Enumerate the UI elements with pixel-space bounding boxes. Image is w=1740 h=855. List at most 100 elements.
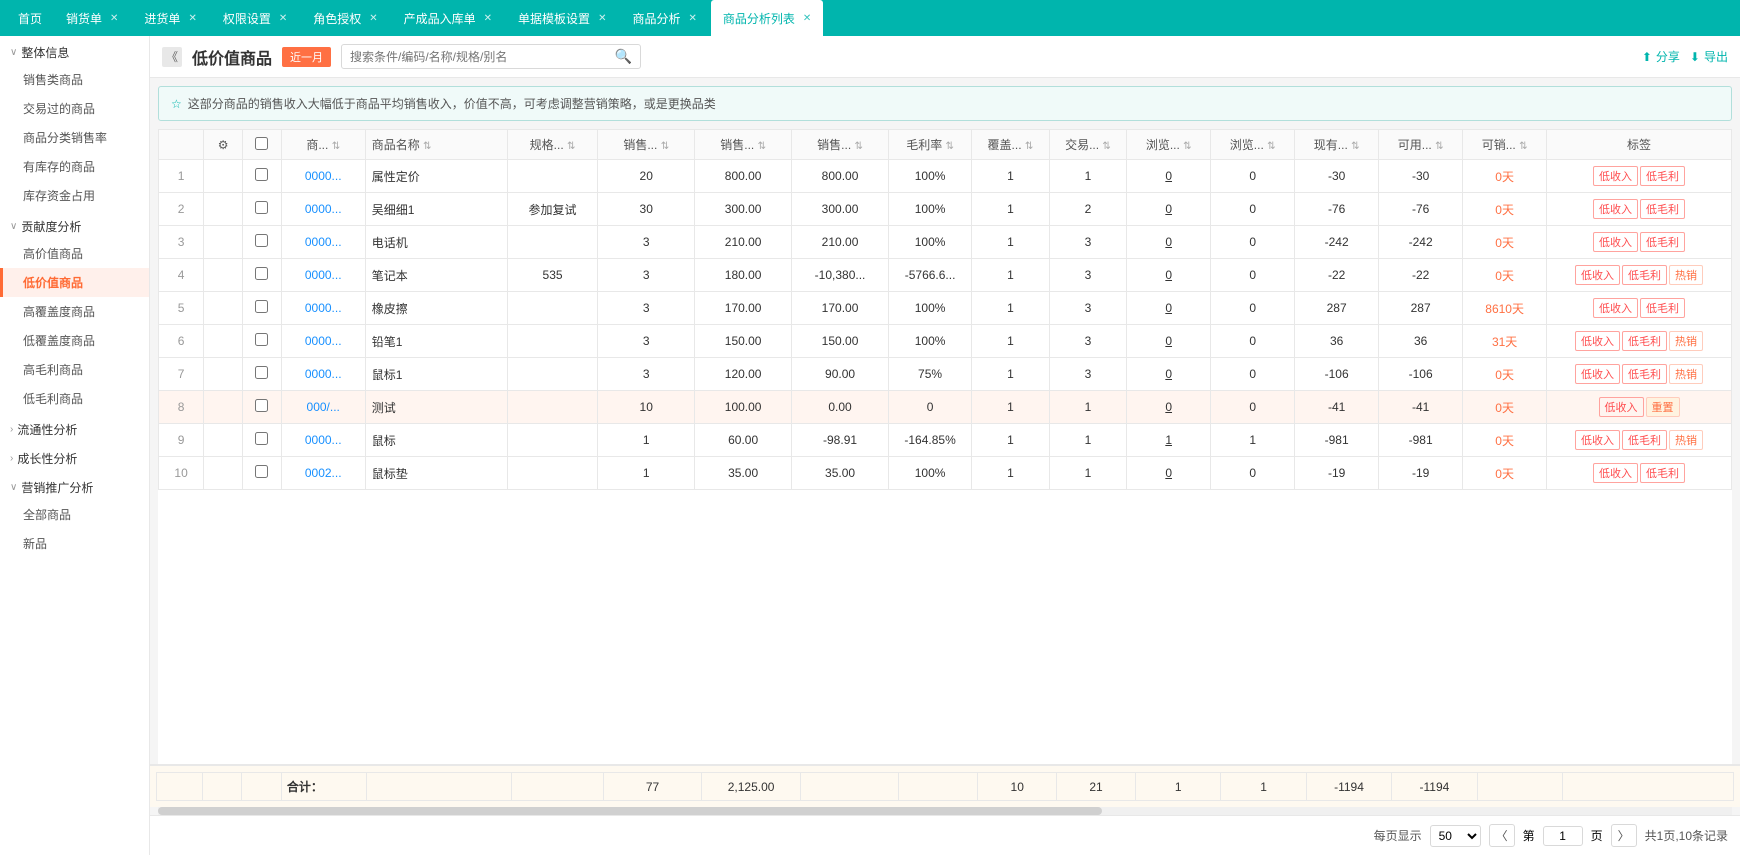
row-sale-days: 0天 — [1463, 457, 1547, 490]
nav-item-analysis[interactable]: 商品分析 ✕ — [620, 0, 708, 36]
row-code: 0000... — [281, 325, 365, 358]
sidebar-item-all-goods[interactable]: 全部商品 — [0, 500, 149, 529]
browse-link[interactable]: 0 — [1165, 235, 1172, 249]
horizontal-scrollbar[interactable] — [158, 807, 1732, 815]
sidebar-item-low-coverage[interactable]: 低覆盖度商品 — [0, 326, 149, 355]
close-icon[interactable]: ✕ — [803, 13, 811, 24]
row-select-checkbox[interactable] — [255, 267, 268, 280]
row-sales2: 210.00 — [695, 226, 792, 259]
row-select-checkbox[interactable] — [255, 432, 268, 445]
th-spec: 规格... ⇅ — [507, 130, 597, 160]
nav-item-sales[interactable]: 销货单 ✕ — [54, 0, 130, 36]
row-now: -22 — [1295, 259, 1379, 292]
row-sales3: 90.00 — [792, 358, 889, 391]
row-sales2: 180.00 — [695, 259, 792, 292]
close-icon[interactable]: ✕ — [484, 13, 492, 24]
content-header: 《 低价值商品 近一月 🔍 ⬆ 分享 ⬇ 导出 — [150, 36, 1740, 78]
sidebar-item-new-goods[interactable]: 新品 — [0, 529, 149, 558]
sidebar-item-sales-goods[interactable]: 销售类商品 — [0, 65, 149, 94]
th-trade: 交易... ⇅ — [1049, 130, 1127, 160]
close-icon[interactable]: ✕ — [369, 13, 377, 24]
row-sales1: 3 — [598, 325, 695, 358]
row-trade: 1 — [1049, 391, 1127, 424]
search-input[interactable] — [350, 50, 611, 64]
nav-item-product[interactable]: 产成品入库单 ✕ — [392, 0, 504, 36]
sidebar-section-overall[interactable]: ∨ 整体信息 — [0, 36, 149, 65]
row-trade: 1 — [1049, 424, 1127, 457]
page-number-input[interactable] — [1543, 826, 1583, 846]
recent-tag[interactable]: 近一月 — [282, 47, 331, 67]
row-select-checkbox[interactable] — [255, 399, 268, 412]
notice-bar: ☆ 这部分商品的销售收入大幅低于商品平均销售收入，价值不高，可考虑调整营销策略，… — [158, 86, 1732, 121]
row-num: 1 — [159, 160, 204, 193]
row-sales1: 3 — [598, 292, 695, 325]
row-trade: 1 — [1049, 160, 1127, 193]
row-sales3: 300.00 — [792, 193, 889, 226]
row-select-checkbox[interactable] — [255, 465, 268, 478]
close-icon[interactable]: ✕ — [110, 13, 118, 24]
close-icon[interactable]: ✕ — [188, 13, 196, 24]
sidebar: ∨ 整体信息 销售类商品 交易过的商品 商品分类销售率 有库存的商品 库存资金占… — [0, 36, 150, 855]
nav-item-analysis-list[interactable]: 商品分析列表 ✕ — [711, 0, 823, 36]
sidebar-section-contribution[interactable]: ∨ 贡献度分析 — [0, 210, 149, 239]
browse-link[interactable]: 0 — [1165, 400, 1172, 414]
search-box: 🔍 — [341, 44, 641, 69]
search-icon[interactable]: 🔍 — [615, 48, 632, 65]
sidebar-item-traded-goods[interactable]: 交易过的商品 — [0, 94, 149, 123]
th-settings[interactable]: ⚙ — [204, 130, 243, 160]
browse-link[interactable]: 0 — [1165, 268, 1172, 282]
th-browse1: 浏览... ⇅ — [1127, 130, 1211, 160]
sidebar-item-high-value[interactable]: 高价值商品 — [0, 239, 149, 268]
row-select-checkbox[interactable] — [255, 234, 268, 247]
row-sale-days: 0天 — [1463, 391, 1547, 424]
close-icon[interactable]: ✕ — [688, 13, 696, 24]
row-margin: 100% — [888, 325, 971, 358]
first-page-button[interactable]: 〈 — [1489, 824, 1515, 847]
next-page-button[interactable]: 〉 — [1611, 824, 1637, 847]
sidebar-section-marketing[interactable]: ∨ 营销推广分析 — [0, 471, 149, 500]
row-select-checkbox[interactable] — [255, 366, 268, 379]
browse-link[interactable]: 0 — [1165, 334, 1172, 348]
row-settings — [204, 193, 243, 226]
browse-link[interactable]: 0 — [1165, 301, 1172, 315]
share-button[interactable]: ⬆ 分享 — [1642, 48, 1680, 65]
row-select-checkbox[interactable] — [255, 300, 268, 313]
sidebar-section-circulation[interactable]: › 流通性分析 — [0, 413, 149, 442]
browse-link[interactable]: 1 — [1165, 433, 1172, 447]
collapse-sidebar-button[interactable]: 《 — [162, 47, 182, 67]
nav-item-perm[interactable]: 权限设置 ✕ — [211, 0, 299, 36]
close-icon[interactable]: ✕ — [279, 13, 287, 24]
row-select-checkbox[interactable] — [255, 201, 268, 214]
page-size-select[interactable]: 50 100 200 — [1430, 825, 1481, 847]
nav-home[interactable]: 首页 — [8, 0, 52, 36]
browse-link[interactable]: 0 — [1165, 202, 1172, 216]
row-tags: 低收入低毛利 — [1547, 292, 1732, 325]
sidebar-item-high-coverage[interactable]: 高覆盖度商品 — [0, 297, 149, 326]
nav-item-template[interactable]: 单据模板设置 ✕ — [506, 0, 618, 36]
browse-link[interactable]: 0 — [1165, 466, 1172, 480]
sidebar-item-category-sales[interactable]: 商品分类销售率 — [0, 123, 149, 152]
sidebar-item-low-value[interactable]: 低价值商品 — [0, 268, 149, 297]
export-button[interactable]: ⬇ 导出 — [1690, 48, 1728, 65]
nav-item-role[interactable]: 角色授权 ✕ — [301, 0, 389, 36]
sidebar-item-stock-fund[interactable]: 库存资金占用 — [0, 181, 149, 210]
chevron-down-icon: ∨ — [10, 221, 17, 232]
row-trade: 3 — [1049, 226, 1127, 259]
row-tags: 低收入低毛利 — [1547, 226, 1732, 259]
row-sales1: 3 — [598, 358, 695, 391]
sidebar-item-high-margin[interactable]: 高毛利商品 — [0, 355, 149, 384]
sidebar-item-stock-goods[interactable]: 有库存的商品 — [0, 152, 149, 181]
row-select-checkbox[interactable] — [255, 333, 268, 346]
page-label: 第 — [1523, 827, 1535, 844]
close-icon[interactable]: ✕ — [598, 13, 606, 24]
row-select-checkbox[interactable] — [255, 168, 268, 181]
row-num: 2 — [159, 193, 204, 226]
browse-link[interactable]: 0 — [1165, 169, 1172, 183]
sidebar-item-low-margin[interactable]: 低毛利商品 — [0, 384, 149, 413]
browse-link[interactable]: 0 — [1165, 367, 1172, 381]
page-total-label: 页 — [1591, 827, 1603, 844]
nav-item-purchase[interactable]: 进货单 ✕ — [132, 0, 208, 36]
sidebar-section-growth[interactable]: › 成长性分析 — [0, 442, 149, 471]
th-sales3: 销售... ⇅ — [792, 130, 889, 160]
select-all-checkbox[interactable] — [255, 137, 268, 150]
